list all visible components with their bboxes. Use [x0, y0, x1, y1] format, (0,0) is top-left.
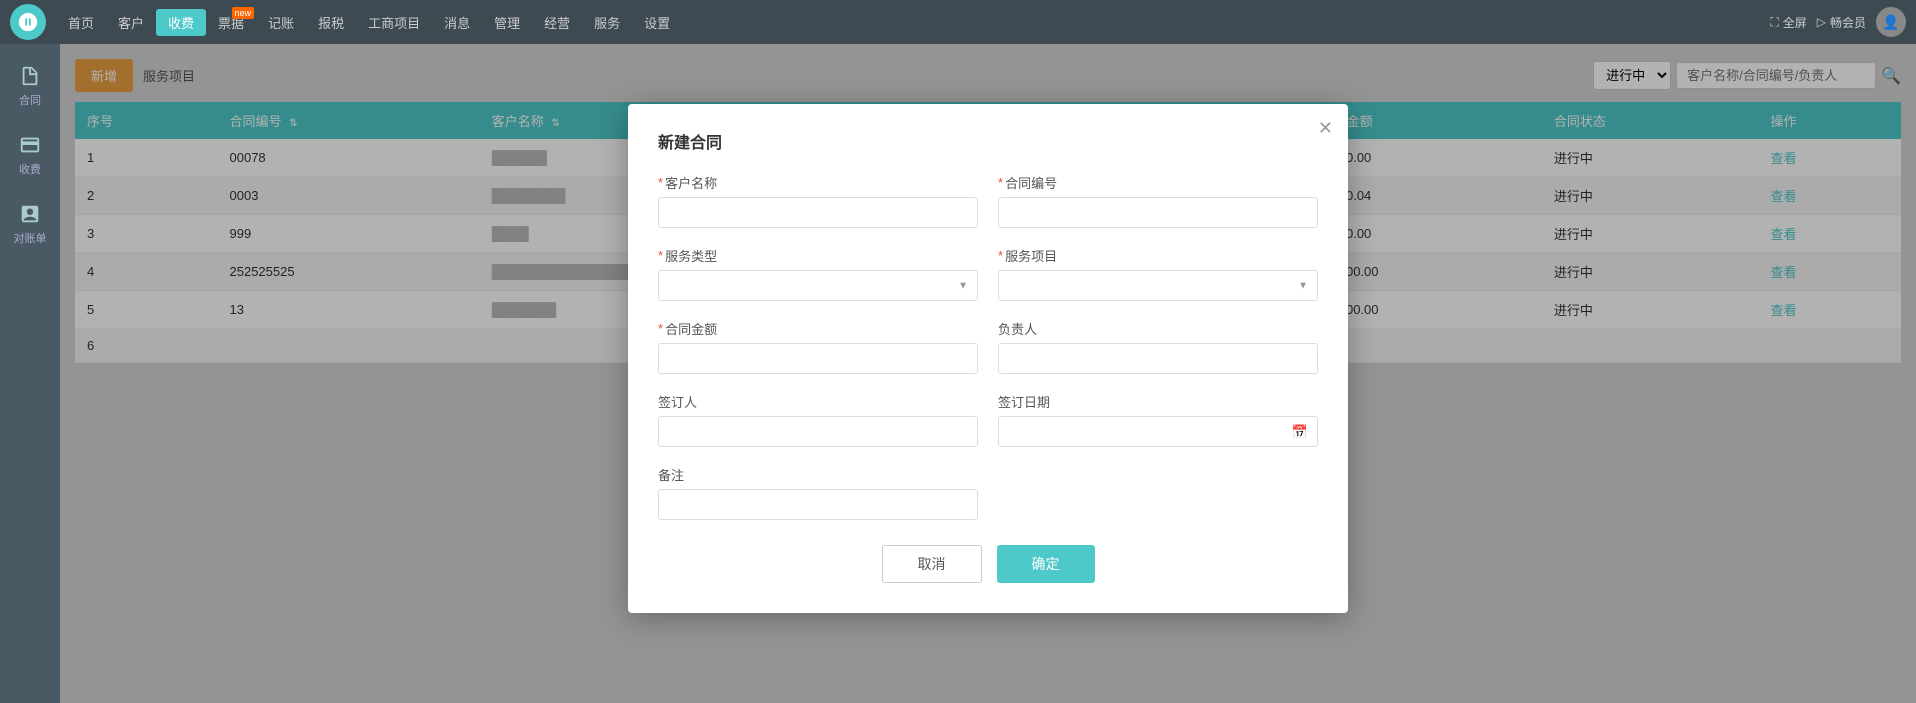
modal-close-button[interactable]: ✕ [1318, 119, 1333, 137]
content-area: 新增 服务项目 进行中 🔍 序号 合同编号 ⇅ [60, 44, 1916, 703]
calendar-icon[interactable]: 📅 [1292, 424, 1308, 440]
sign-date-input[interactable]: 2023-06-06 [998, 416, 1318, 447]
form-field-signer: 签订人 [658, 392, 978, 447]
nav-tax[interactable]: 报税 [306, 9, 356, 36]
fee-icon [18, 133, 42, 157]
customer-name-input[interactable] [658, 197, 978, 228]
sidebar-label-statement: 对账单 [14, 230, 47, 246]
app-logo [10, 4, 46, 40]
nav-bookkeeping[interactable]: 记账 [256, 9, 306, 36]
nav-home[interactable]: 首页 [56, 9, 106, 36]
nav-operation[interactable]: 经营 [532, 9, 582, 36]
nav-customer[interactable]: 客户 [106, 9, 156, 36]
signer-label: 签订人 [658, 392, 978, 411]
amount-label: * 合同金额 [658, 319, 978, 338]
new-badge: new [232, 7, 255, 19]
confirm-button[interactable]: 确定 [997, 545, 1095, 583]
main-layout: 合同 收费 对账单 新增 服务项目 [0, 44, 1916, 703]
form-field-empty [998, 465, 1318, 520]
form-field-sign-date: 签订日期 2023-06-06 📅 [998, 392, 1318, 447]
service-item-wrapper [998, 270, 1318, 301]
service-type-label: * 服务类型 [658, 246, 978, 265]
responsible-label: 负责人 [998, 319, 1318, 338]
sidebar-item-statement[interactable]: 对账单 [0, 192, 60, 256]
form-field-customer: * 客户名称 [658, 173, 978, 228]
form-row-1: * 客户名称 * 合同编号 [658, 173, 1318, 228]
nav-business[interactable]: 工商项目 [356, 9, 432, 36]
sidebar: 合同 收费 对账单 [0, 44, 60, 703]
member-button[interactable]: ▷ 畅会员 [1817, 14, 1866, 31]
amount-input[interactable]: 0.00 [658, 343, 978, 374]
signer-input[interactable] [658, 416, 978, 447]
service-item-label: * 服务项目 [998, 246, 1318, 265]
avatar[interactable]: 👤 [1876, 7, 1906, 37]
form-row-3: * 合同金额 0.00 负责人 [658, 319, 1318, 374]
nav-settings[interactable]: 设置 [632, 9, 682, 36]
date-input-wrapper: 2023-06-06 📅 [998, 416, 1318, 447]
modal-title: 新建合同 [658, 129, 1318, 153]
contract-icon [18, 64, 42, 88]
note-label: 备注 [658, 465, 978, 484]
sidebar-label-contract: 合同 [19, 92, 41, 108]
form-row-5: 备注 [658, 465, 1318, 520]
nav-right: ⛶ 全屏 ▷ 畅会员 👤 [1770, 7, 1906, 37]
contract-no-input[interactable] [998, 197, 1318, 228]
sign-date-label: 签订日期 [998, 392, 1318, 411]
responsible-input[interactable] [998, 343, 1318, 374]
form-field-note: 备注 [658, 465, 978, 520]
customer-name-label: * 客户名称 [658, 173, 978, 192]
nav-message[interactable]: 消息 [432, 9, 482, 36]
note-input[interactable] [658, 489, 978, 520]
contract-no-label: * 合同编号 [998, 173, 1318, 192]
member-icon: ▷ [1817, 15, 1826, 29]
modal-overlay: ✕ 新建合同 * 客户名称 * 合同编号 [60, 44, 1916, 703]
sidebar-item-fee[interactable]: 收费 [0, 123, 60, 187]
form-row-2: * 服务类型 * 服务项目 [658, 246, 1318, 301]
fullscreen-icon: ⛶ [1770, 15, 1778, 30]
statement-icon [18, 202, 42, 226]
form-row-4: 签订人 签订日期 2023-06-06 📅 [658, 392, 1318, 447]
service-type-wrapper [658, 270, 978, 301]
form-field-contract-no: * 合同编号 [998, 173, 1318, 228]
top-nav: 首页 客户 收费 票据 new 记账 报税 工商项目 消息 管理 经营 服务 设… [0, 0, 1916, 44]
form-field-responsible: 负责人 [998, 319, 1318, 374]
service-item-select[interactable] [998, 270, 1318, 301]
sidebar-label-fee: 收费 [19, 161, 41, 177]
nav-fee[interactable]: 收费 [156, 9, 206, 36]
form-field-service-item: * 服务项目 [998, 246, 1318, 301]
nav-service[interactable]: 服务 [582, 9, 632, 36]
fullscreen-button[interactable]: ⛶ 全屏 [1770, 14, 1806, 31]
nav-items: 首页 客户 收费 票据 new 记账 报税 工商项目 消息 管理 经营 服务 设… [56, 9, 1770, 36]
service-type-select[interactable] [658, 270, 978, 301]
nav-invoice[interactable]: 票据 new [206, 9, 256, 36]
form-field-service-type: * 服务类型 [658, 246, 978, 301]
new-contract-modal: ✕ 新建合同 * 客户名称 * 合同编号 [628, 104, 1348, 613]
modal-footer: 取消 确定 [658, 545, 1318, 583]
sidebar-item-contract[interactable]: 合同 [0, 54, 60, 118]
cancel-button[interactable]: 取消 [882, 545, 982, 583]
form-field-amount: * 合同金额 0.00 [658, 319, 978, 374]
nav-management[interactable]: 管理 [482, 9, 532, 36]
